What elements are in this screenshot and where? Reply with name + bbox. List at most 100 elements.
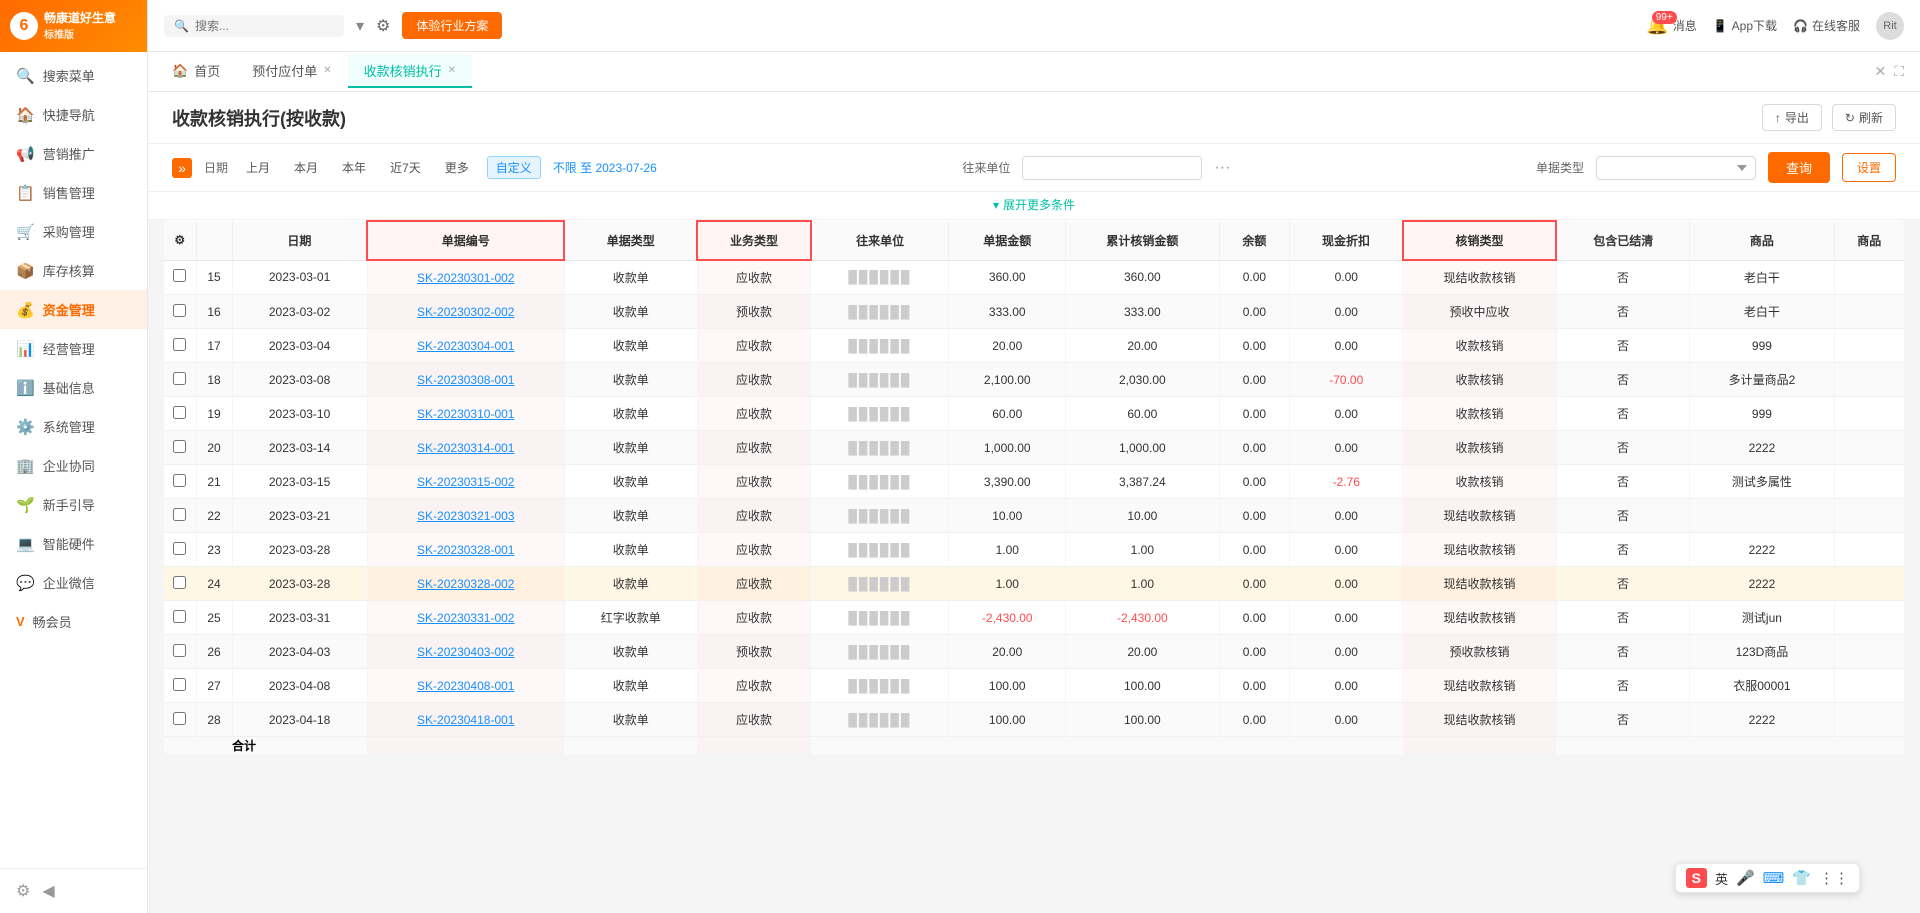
cell-checkbox[interactable] — [164, 465, 196, 499]
table-row[interactable]: 21 2023-03-15 SK-20230315-002 收款单 应收款 ██… — [164, 465, 1904, 499]
table-row[interactable]: 19 2023-03-10 SK-20230310-001 收款单 应收款 ██… — [164, 397, 1904, 431]
col-bill-no[interactable]: 单据编号 — [367, 221, 564, 260]
cell-bill-no[interactable]: SK-20230302-002 — [367, 295, 564, 329]
sidebar-item-basics[interactable]: ℹ️ 基础信息 — [0, 368, 147, 407]
table-row[interactable]: 28 2023-04-18 SK-20230418-001 收款单 应收款 ██… — [164, 703, 1904, 737]
tab-predeposit-close[interactable]: ✕ — [323, 65, 331, 76]
col-include-settled[interactable]: 包含已结清 — [1556, 221, 1690, 260]
expand-more-btn[interactable]: ▾ 展开更多条件 — [993, 196, 1075, 213]
sidebar-item-system[interactable]: ⚙️ 系统管理 — [0, 407, 147, 446]
bill-no-link[interactable]: SK-20230308-001 — [417, 373, 514, 387]
bill-no-link[interactable]: SK-20230310-001 — [417, 407, 514, 421]
col-partner[interactable]: 往来单位 — [811, 221, 949, 260]
cell-bill-no[interactable]: SK-20230315-002 — [367, 465, 564, 499]
bill-no-link[interactable]: SK-20230331-002 — [417, 611, 514, 625]
cell-bill-no[interactable]: SK-20230321-003 — [367, 499, 564, 533]
cell-checkbox[interactable] — [164, 260, 196, 295]
cell-bill-no[interactable]: SK-20230328-001 — [367, 533, 564, 567]
sidebar-item-shortcut[interactable]: 🏠 快捷导航 — [0, 95, 147, 134]
sidebar-item-guide[interactable]: 🌱 新手引导 — [0, 485, 147, 524]
grid-icon[interactable]: ⋮⋮ — [1819, 869, 1849, 887]
cell-bill-no[interactable]: SK-20230308-001 — [367, 363, 564, 397]
table-row[interactable]: 27 2023-04-08 SK-20230408-001 收款单 应收款 ██… — [164, 669, 1904, 703]
cell-checkbox[interactable] — [164, 669, 196, 703]
col-settings[interactable]: ⚙ — [164, 221, 196, 260]
col-bill-type[interactable]: 单据类型 — [564, 221, 697, 260]
bill-no-link[interactable]: SK-20230328-001 — [417, 543, 514, 557]
col-goods2[interactable]: 商品 — [1834, 221, 1904, 260]
cell-checkbox[interactable] — [164, 329, 196, 363]
col-amount[interactable]: 单据金额 — [949, 221, 1066, 260]
user-avatar[interactable]: Rit — [1876, 12, 1904, 40]
tab-collection-close[interactable]: ✕ — [448, 65, 456, 76]
cell-bill-no[interactable]: SK-20230314-001 — [367, 431, 564, 465]
topbar-search-input[interactable] — [195, 19, 295, 33]
notifications-item[interactable]: 🔔 99+ 消息 — [1646, 15, 1696, 36]
cell-bill-no[interactable]: SK-20230408-001 — [367, 669, 564, 703]
mic-icon[interactable]: 🎤 — [1736, 869, 1755, 887]
tab-collection[interactable]: 收款核销执行 ✕ — [348, 55, 472, 88]
sidebar-item-operations[interactable]: 📊 经营管理 — [0, 329, 147, 368]
col-goods[interactable]: 商品 — [1690, 221, 1834, 260]
settings-footer-icon[interactable]: ⚙ — [16, 881, 30, 901]
cell-checkbox[interactable] — [164, 397, 196, 431]
cell-bill-no[interactable]: SK-20230331-002 — [367, 601, 564, 635]
sidebar-item-member[interactable]: V 畅会员 — [0, 602, 147, 641]
col-verify-type[interactable]: 核销类型 — [1403, 221, 1556, 260]
bill-no-link[interactable]: SK-20230403-002 — [417, 645, 514, 659]
tab-home[interactable]: 🏠 首页 — [156, 55, 236, 88]
cell-checkbox[interactable] — [164, 703, 196, 737]
bill-no-link[interactable]: SK-20230321-003 — [417, 509, 514, 523]
bill-no-link[interactable]: SK-20230328-002 — [417, 577, 514, 591]
col-verified-amount[interactable]: 累计核销金额 — [1066, 221, 1219, 260]
bill-no-link[interactable]: SK-20230301-002 — [417, 271, 514, 285]
sidebar-item-wechat[interactable]: 💬 企业微信 — [0, 563, 147, 602]
bill-no-link[interactable]: SK-20230302-002 — [417, 305, 514, 319]
cell-bill-no[interactable]: SK-20230304-001 — [367, 329, 564, 363]
cell-bill-no[interactable]: SK-20230418-001 — [367, 703, 564, 737]
cell-checkbox[interactable] — [164, 295, 196, 329]
cell-bill-no[interactable]: SK-20230403-002 — [367, 635, 564, 669]
sidebar-item-inventory[interactable]: 📦 库存核算 — [0, 251, 147, 290]
table-row[interactable]: 24 2023-03-28 SK-20230328-002 收款单 应收款 ██… — [164, 567, 1904, 601]
filter-last-month[interactable]: 上月 — [240, 157, 276, 178]
refresh-button[interactable]: ↻ 刷新 — [1832, 104, 1896, 131]
sidebar-item-hardware[interactable]: 💻 智能硬件 — [0, 524, 147, 563]
cell-bill-no[interactable]: SK-20230328-002 — [367, 567, 564, 601]
col-cash-discount[interactable]: 现金折扣 — [1290, 221, 1403, 260]
cell-checkbox[interactable] — [164, 567, 196, 601]
cell-checkbox[interactable] — [164, 363, 196, 397]
sidebar-item-marketing[interactable]: 📢 营销推广 — [0, 134, 147, 173]
table-row[interactable]: 15 2023-03-01 SK-20230301-002 收款单 应收款 ██… — [164, 260, 1904, 295]
cell-checkbox[interactable] — [164, 431, 196, 465]
col-balance[interactable]: 余额 — [1219, 221, 1290, 260]
export-button[interactable]: ↑ 导出 — [1762, 104, 1822, 131]
cell-checkbox[interactable] — [164, 533, 196, 567]
ime-mode-label[interactable]: 英 — [1715, 869, 1728, 888]
bill-no-link[interactable]: SK-20230304-001 — [417, 339, 514, 353]
bill-no-link[interactable]: SK-20230408-001 — [417, 679, 514, 693]
filter-this-month[interactable]: 本月 — [288, 157, 324, 178]
cell-checkbox[interactable] — [164, 601, 196, 635]
table-row[interactable]: 20 2023-03-14 SK-20230314-001 收款单 应收款 ██… — [164, 431, 1904, 465]
filter-toggle-button[interactable]: » — [172, 158, 192, 178]
sidebar-item-finance[interactable]: 💰 资金管理 — [0, 290, 147, 329]
table-row[interactable]: 25 2023-03-31 SK-20230331-002 红字收款单 应收款 … — [164, 601, 1904, 635]
shirt-icon[interactable]: 👕 — [1792, 869, 1811, 887]
keyboard-icon[interactable]: ⌨ — [1763, 869, 1785, 887]
bill-no-link[interactable]: SK-20230418-001 — [417, 713, 514, 727]
collapse-icon[interactable]: ◀ — [42, 881, 54, 901]
solution-button[interactable]: 体验行业方案 — [402, 12, 502, 39]
filter-this-year[interactable]: 本年 — [336, 157, 372, 178]
table-row[interactable]: 17 2023-03-04 SK-20230304-001 收款单 应收款 ██… — [164, 329, 1904, 363]
online-service-item[interactable]: 🎧 在线客服 — [1793, 17, 1860, 34]
table-row[interactable]: 23 2023-03-28 SK-20230328-001 收款单 应收款 ██… — [164, 533, 1904, 567]
cell-bill-no[interactable]: SK-20230301-002 — [367, 260, 564, 295]
bill-no-link[interactable]: SK-20230315-002 — [417, 475, 514, 489]
setting-button[interactable]: 设置 — [1842, 153, 1896, 182]
col-date[interactable]: 日期 — [232, 221, 367, 260]
sidebar-item-enterprise[interactable]: 🏢 企业协同 — [0, 446, 147, 485]
cell-checkbox[interactable] — [164, 635, 196, 669]
topbar-arrow-down[interactable]: ▾ — [356, 16, 364, 36]
cell-bill-no[interactable]: SK-20230310-001 — [367, 397, 564, 431]
